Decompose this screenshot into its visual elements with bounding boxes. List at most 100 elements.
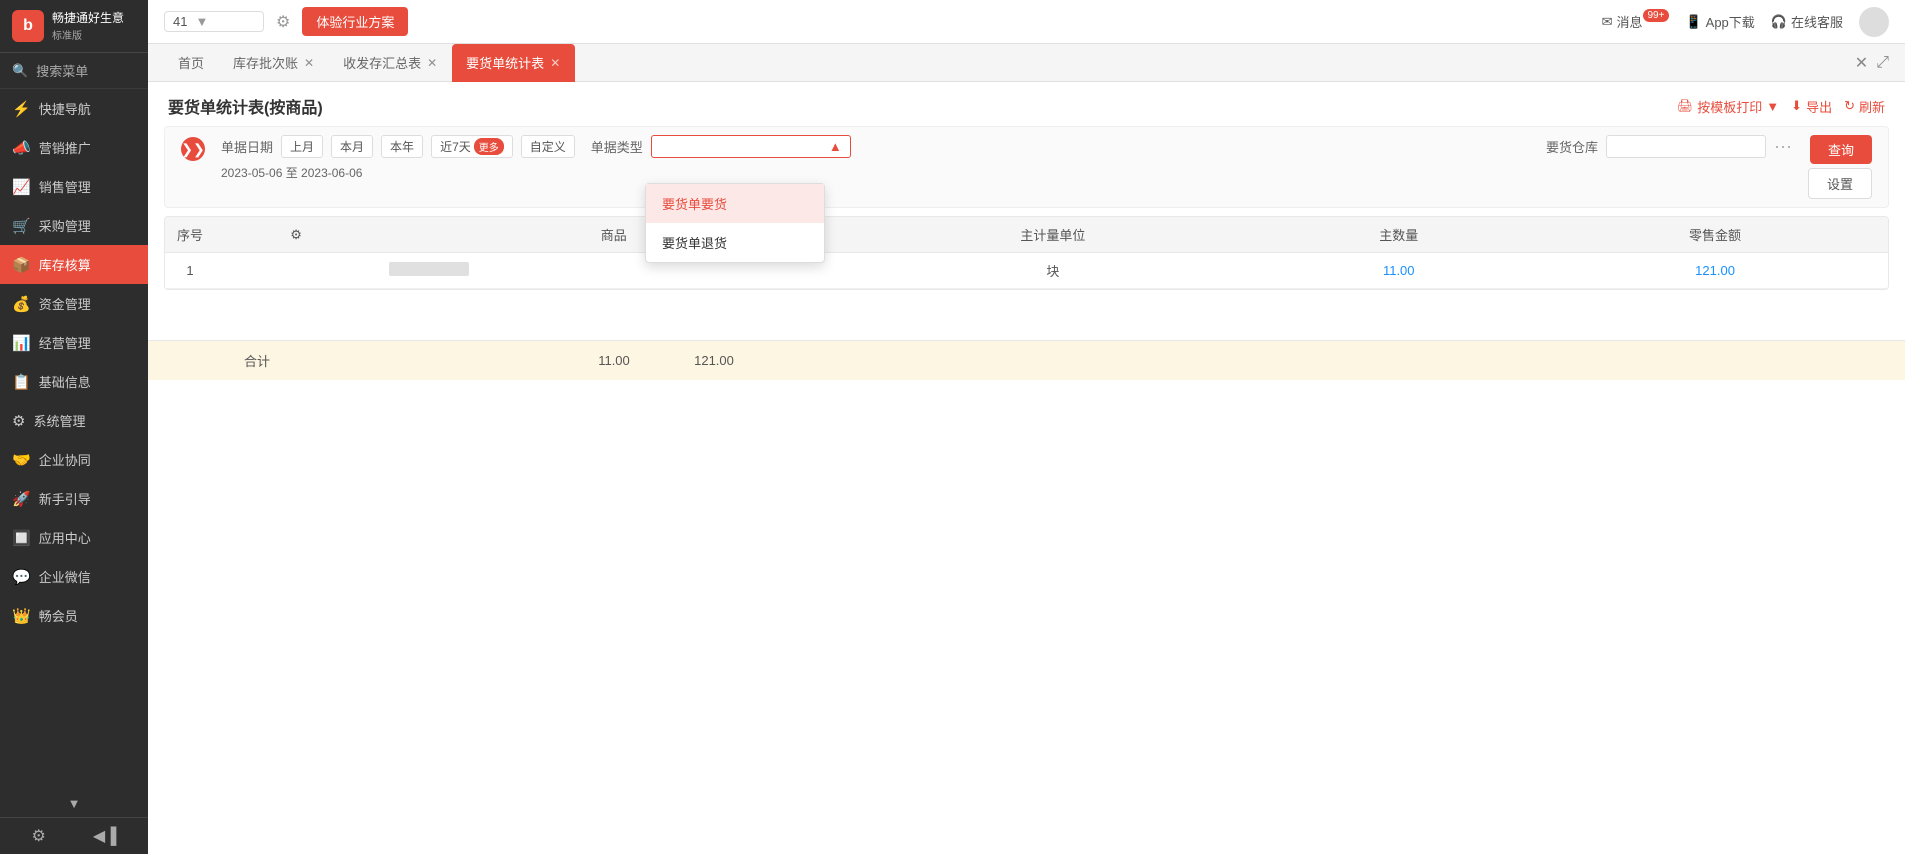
sidebar-search-label: 搜索菜单 [36,61,88,80]
finance-icon: 💰 [12,295,31,313]
sidebar-item-purchase[interactable]: 🛒 采购管理 [0,206,148,245]
query-button[interactable]: 查询 [1810,135,1872,164]
table-header-row: 序号 ⚙ 商品 主计量单位 主数量 零售金额 [165,217,1888,253]
more-options-icon[interactable]: ··· [1774,136,1792,157]
date-7days-button[interactable]: 近7天 更多 [431,135,513,158]
sidebar-item-marketing[interactable]: 📣 营销推广 [0,128,148,167]
col-unit: 主计量单位 [850,217,1255,253]
tab-order-stats[interactable]: 要货单统计表 ✕ [452,44,575,82]
page-actions: 🖨 按模板打印 ▼ ⬇ 导出 ↻ 刷新 [1677,97,1885,116]
chevron-up-icon: ▲ [829,139,842,154]
basic-icon: 📋 [12,373,31,391]
page-content: 要货单统计表(按商品) 🖨 按模板打印 ▼ ⬇ 导出 ↻ 刷新 ❯❯ [148,82,1905,854]
warehouse-filter-input[interactable] [1606,135,1766,158]
filter-buttons: 查询 设置 [1808,135,1872,199]
dropdown-item-order-goods[interactable]: 要货单要货 [646,184,824,223]
close-tab-recv-summary[interactable]: ✕ [427,56,437,70]
sidebar-item-label: 企业微信 [39,567,91,586]
sidebar-item-finance[interactable]: 💰 资金管理 [0,284,148,323]
tab-home[interactable]: 首页 [164,44,219,82]
sidebar-item-basic[interactable]: 📋 基础信息 [0,362,148,401]
close-all-tabs-icon[interactable]: ✕ [1855,53,1868,73]
sidebar-item-member[interactable]: 👑 畅会员 [0,596,148,635]
topbar-left: 41 ▼ ⚙ 体验行业方案 [164,7,1602,36]
print-button[interactable]: 🖨 按模板打印 ▼ [1677,97,1779,116]
close-tab-order-stats[interactable]: ✕ [550,56,560,70]
export-button[interactable]: ⬇ 导出 [1791,97,1832,116]
topbar-right: ✉ 消息 99+ 📱 App下载 🎧 在线客服 [1602,7,1889,37]
summary-row: 合计 11.00 121.00 [148,340,1905,380]
sidebar-item-wechat[interactable]: 💬 企业微信 [0,557,148,596]
date-curr-month-button[interactable]: 本月 [331,135,373,158]
messages-button[interactable]: ✉ 消息 99+ [1602,12,1670,31]
sidebar-item-label: 经营管理 [39,333,91,352]
sidebar-search[interactable]: 🔍 搜索菜单 [0,53,148,89]
tabbar: 首页 库存批次账 ✕ 收发存汇总表 ✕ 要货单统计表 ✕ ✕ ⤢ [148,44,1905,82]
app-name: 畅捷通好生意 [52,10,124,27]
page-title: 要货单统计表(按商品) [168,94,323,118]
trial-industry-button[interactable]: 体验行业方案 [302,7,408,36]
company-selector[interactable]: 41 ▼ [164,11,264,32]
app-logo-icon: b [12,10,44,42]
sidebar-item-system[interactable]: ⚙ 系统管理 [0,401,148,440]
warehouse-filter-group: 要货仓库 ··· [1546,135,1792,158]
table-settings-icon[interactable]: ⚙ [290,227,302,242]
date-filter-label: 单据日期 [221,137,273,156]
print-icon: 🖨 [1677,98,1694,114]
date-curr-year-button[interactable]: 本年 [381,135,423,158]
tab-recv-summary[interactable]: 收发存汇总表 ✕ [329,44,452,82]
operation-icon: 📊 [12,334,31,352]
member-icon: 👑 [12,607,31,625]
purchase-icon: 🛒 [12,217,31,235]
date-filter-group: 单据日期 上月 本月 本年 近7天 更多 自定义 2023-05-06 至 20… [221,135,575,181]
online-service-button[interactable]: 🎧 在线客服 [1771,12,1843,31]
sidebar-item-label: 畅会员 [39,606,78,625]
user-avatar[interactable] [1859,7,1889,37]
type-filter-label: 单据类型 [591,137,643,156]
warehouse-value [1615,139,1619,154]
sidebar-nav: ⚡ 快捷导航 📣 营销推广 📈 销售管理 🛒 采购管理 📦 库存核算 💰 资金管… [0,89,148,790]
sidebar-item-enterprise[interactable]: 🤝 企业协同 [0,440,148,479]
print-label: 按模板打印 [1697,97,1762,116]
sidebar-scroll-down[interactable]: ▼ [0,790,148,817]
date-custom-button[interactable]: 自定义 [521,135,575,158]
close-tab-inventory-batch[interactable]: ✕ [304,56,314,70]
type-filter-group: 单据类型 ▲ [591,135,1530,158]
refresh-label: 刷新 [1859,97,1885,116]
collapse-sidebar-button[interactable]: ◀▐ [93,826,117,846]
print-chevron-down-icon: ▼ [1766,99,1779,114]
product-name-masked [389,262,469,276]
dropdown-item-order-return[interactable]: 要货单退货 [646,223,824,262]
sidebar-item-guide[interactable]: 🚀 新手引导 [0,479,148,518]
date-range-display: 2023-05-06 至 2023-06-06 [221,164,575,181]
cell-qty[interactable]: 11.00 [1255,253,1542,289]
date-prev-month-button[interactable]: 上月 [281,135,323,158]
sidebar-item-label: 企业协同 [39,450,91,469]
type-filter-input[interactable]: ▲ [651,135,851,158]
page-header: 要货单统计表(按商品) 🖨 按模板打印 ▼ ⬇ 导出 ↻ 刷新 [148,82,1905,126]
filter-expand-button[interactable]: ❯❯ [181,137,205,161]
sidebar-bottom: ⚙ ◀▐ [0,817,148,854]
cell-amount[interactable]: 121.00 [1542,253,1888,289]
sidebar-item-appstore[interactable]: 🔲 应用中心 [0,518,148,557]
export-icon: ⬇ [1791,98,1802,114]
settings-icon[interactable]: ⚙ [32,826,46,846]
main-content: 41 ▼ ⚙ 体验行业方案 ✉ 消息 99+ 📱 App下载 🎧 在线客服 [148,0,1905,854]
sidebar-item-sales[interactable]: 📈 销售管理 [0,167,148,206]
filter-bar: ❯❯ 单据日期 上月 本月 本年 近7天 更多 自定义 2023-05-06 至… [164,126,1889,208]
maximize-icon[interactable]: ⤢ [1876,54,1889,72]
more-badge: 更多 [474,138,504,155]
type-filter-row: 单据类型 ▲ [591,135,1530,158]
data-table: 序号 ⚙ 商品 主计量单位 主数量 零售金额 1 [164,216,1889,290]
sidebar-item-operation[interactable]: 📊 经营管理 [0,323,148,362]
sidebar-item-inventory[interactable]: 📦 库存核算 [0,245,148,284]
sidebar-item-label: 系统管理 [33,411,85,430]
sidebar-item-quick-nav[interactable]: ⚡ 快捷导航 [0,89,148,128]
warehouse-filter-label: 要货仓库 [1546,137,1598,156]
tab-inventory-batch[interactable]: 库存批次账 ✕ [219,44,329,82]
app-download-button[interactable]: 📱 App下载 [1685,12,1754,31]
topbar-gear-icon[interactable]: ⚙ [276,12,290,32]
refresh-button[interactable]: ↻ 刷新 [1844,97,1885,116]
settings-button[interactable]: 设置 [1808,168,1872,199]
col-qty: 主数量 [1255,217,1542,253]
